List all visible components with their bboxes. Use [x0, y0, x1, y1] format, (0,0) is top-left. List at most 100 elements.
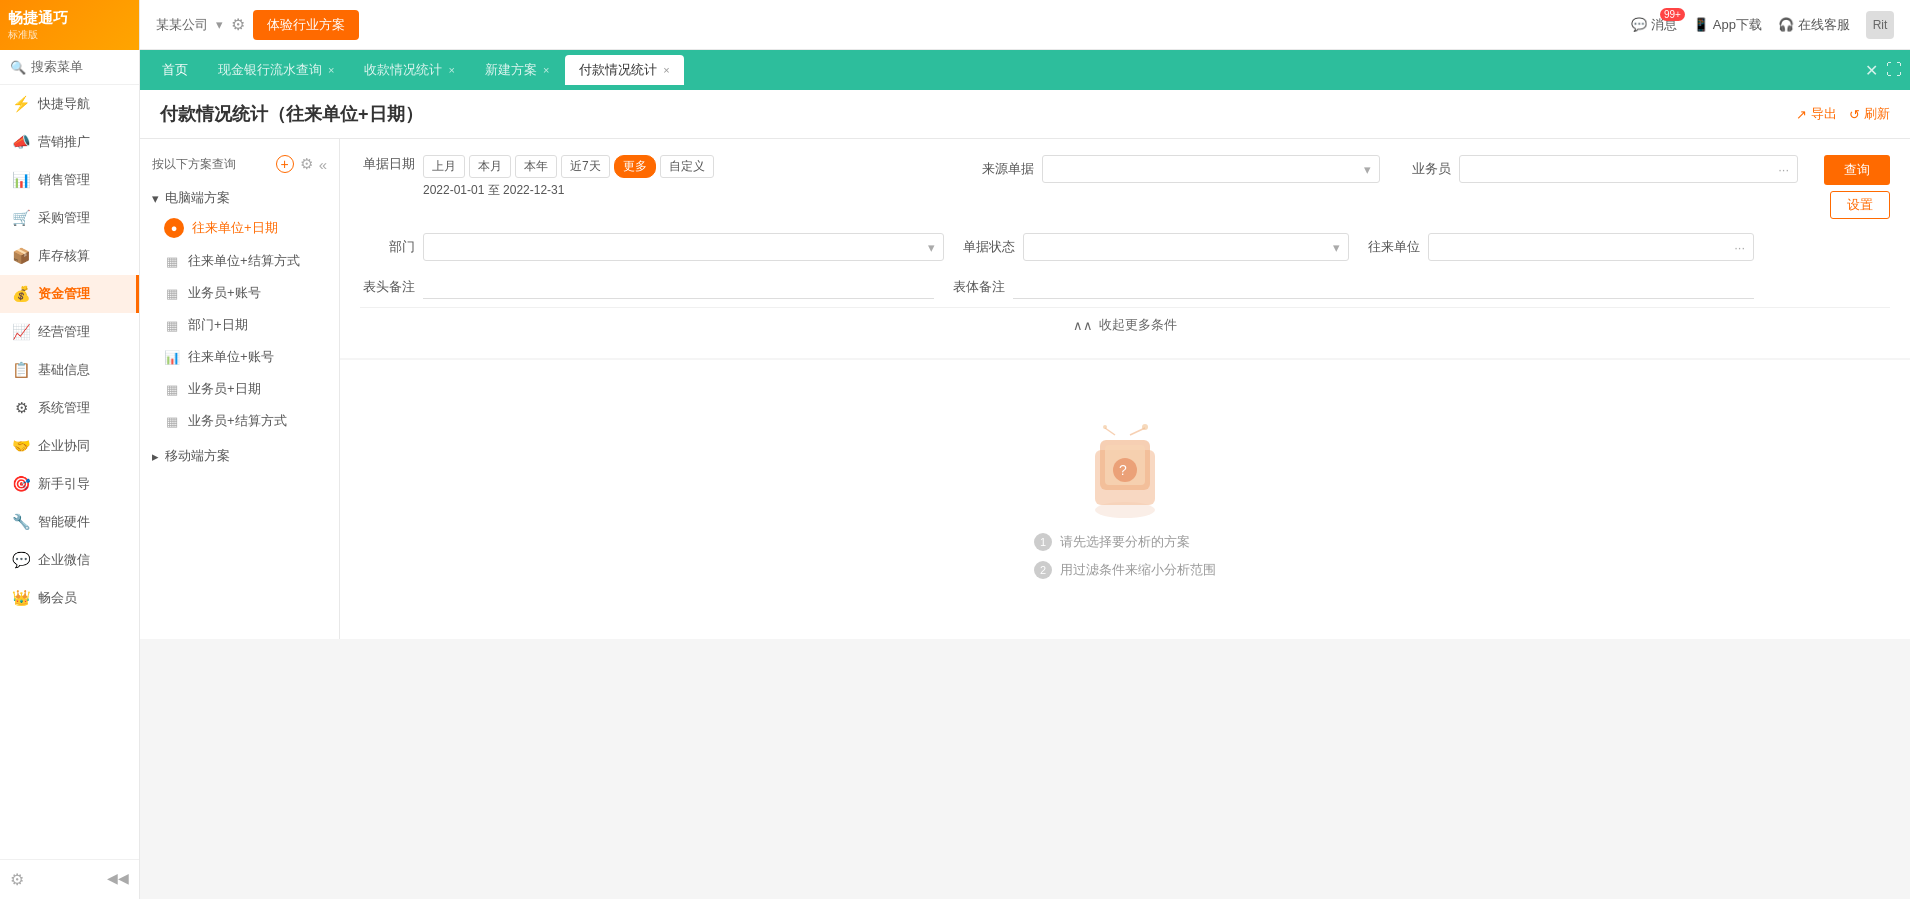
- topbar: 某某公司 ▾ ⚙ 体验行业方案 💬 消息 99+ 📱 App下载 🎧 在线客服 …: [140, 0, 1910, 50]
- tab-new-scheme-close[interactable]: ×: [543, 64, 549, 76]
- scheme-settings-icon[interactable]: ⚙: [300, 155, 313, 173]
- refresh-button[interactable]: ↺ 刷新: [1849, 105, 1890, 123]
- page-title: 付款情况统计（往来单位+日期）: [160, 102, 423, 126]
- tab-receipt-close[interactable]: ×: [448, 64, 454, 76]
- user-avatar[interactable]: Rit: [1866, 11, 1894, 39]
- topbar-gear-icon[interactable]: ⚙: [231, 15, 245, 34]
- date-range-display: 2022-01-01 至 2022-12-31: [423, 182, 714, 199]
- scheme-item-salesman-date[interactable]: ▦ 业务员+日期: [140, 373, 339, 405]
- active-indicator: ●: [164, 218, 184, 238]
- doc-status-select[interactable]: ▾: [1023, 233, 1349, 261]
- salesman-label: 业务员: [1396, 160, 1451, 178]
- sidebar-footer: ⚙ ◀◀: [0, 859, 139, 899]
- scheme-item-unit-settlement[interactable]: ▦ 往来单位+结算方式: [140, 245, 339, 277]
- capital-icon: 💰: [12, 285, 30, 303]
- scheme-icons: + ⚙ «: [276, 155, 327, 173]
- date-7days-btn[interactable]: 近7天: [561, 155, 610, 178]
- filter-actions: 查询 设置: [1814, 155, 1890, 219]
- export-button[interactable]: ↗ 导出: [1796, 105, 1837, 123]
- scheme-grid-icon5: ▦: [164, 413, 180, 429]
- empty-tip-2: 2 用过滤条件来缩小分析范围: [1034, 561, 1216, 579]
- tab-new-scheme[interactable]: 新建方案 ×: [471, 55, 563, 85]
- export-icon: ↗: [1796, 107, 1807, 122]
- topbar-left: 某某公司 ▾ ⚙ 体验行业方案: [156, 10, 1619, 40]
- date-custom-btn[interactable]: 自定义: [660, 155, 714, 178]
- sidebar-item-sales[interactable]: 📊 销售管理: [0, 161, 139, 199]
- scheme-mobile-title[interactable]: ▸ 移动端方案: [140, 443, 339, 469]
- tab-bank[interactable]: 现金银行流水查询 ×: [204, 55, 348, 85]
- tip-num-2: 2: [1034, 561, 1052, 579]
- tab-home[interactable]: 首页: [148, 55, 202, 85]
- scheme-panel: 按以下方案查询 + ⚙ « ▾ 电脑端方案 ● 往来单位+日期: [140, 139, 340, 639]
- tab-bank-close[interactable]: ×: [328, 64, 334, 76]
- scheme-grid-icon4: ▦: [164, 381, 180, 397]
- query-button[interactable]: 查询: [1824, 155, 1890, 185]
- sidebar-search[interactable]: 🔍 搜索菜单: [0, 50, 139, 85]
- shortcut-icon: ⚡: [12, 95, 30, 113]
- online-service-item[interactable]: 🎧 在线客服: [1778, 16, 1850, 34]
- unit-select[interactable]: ···: [1428, 233, 1754, 261]
- svg-text:?: ?: [1119, 462, 1127, 478]
- unit-label: 往来单位: [1365, 238, 1420, 256]
- sidebar-item-inventory[interactable]: 📦 库存核算: [0, 237, 139, 275]
- scheme-item-dept-date[interactable]: ▦ 部门+日期: [140, 309, 339, 341]
- dropdown-arrow-icon[interactable]: ▾: [216, 17, 223, 32]
- scheme-mobile-section: ▸ 移动端方案: [140, 443, 339, 469]
- scheme-add-icon[interactable]: +: [276, 155, 294, 173]
- svg-point-8: [1142, 424, 1148, 430]
- tip-num-1: 1: [1034, 533, 1052, 551]
- app-download-item[interactable]: 📱 App下载: [1693, 16, 1762, 34]
- scheme-desktop-title[interactable]: ▾ 电脑端方案: [140, 185, 339, 211]
- member-icon: 👑: [12, 589, 30, 607]
- scheme-item-salesman-account[interactable]: ▦ 业务员+账号: [140, 277, 339, 309]
- sidebar-item-marketing[interactable]: 📣 营销推广: [0, 123, 139, 161]
- purchase-icon: 🛒: [12, 209, 30, 227]
- fullscreen-icon[interactable]: ⛶: [1886, 61, 1902, 80]
- date-this-year-btn[interactable]: 本年: [515, 155, 557, 178]
- scheme-grid-icon2: ▦: [164, 285, 180, 301]
- collapse-up-icon: ∧∧: [1073, 318, 1093, 333]
- salesman-select[interactable]: ···: [1459, 155, 1798, 183]
- scheme-item-salesman-settlement[interactable]: ▦ 业务员+结算方式: [140, 405, 339, 437]
- sidebar-item-purchase[interactable]: 🛒 采购管理: [0, 199, 139, 237]
- body-note-input[interactable]: [1013, 275, 1754, 299]
- sidebar-collapse-icon[interactable]: ◀◀: [107, 870, 129, 889]
- scheme-collapse-icon[interactable]: «: [319, 156, 327, 173]
- trial-button[interactable]: 体验行业方案: [253, 10, 359, 40]
- sidebar-settings-icon[interactable]: ⚙: [10, 870, 24, 889]
- messages-badge: 99+: [1660, 8, 1685, 21]
- unit-chevron-icon: ···: [1734, 240, 1745, 255]
- sidebar-item-member[interactable]: 👑 畅会员: [0, 579, 139, 617]
- sidebar-item-operations[interactable]: 📈 经营管理: [0, 313, 139, 351]
- sidebar-item-shortcut[interactable]: ⚡ 快捷导航: [0, 85, 139, 123]
- messages-item[interactable]: 💬 消息 99+: [1631, 16, 1677, 34]
- settings-button[interactable]: 设置: [1830, 191, 1890, 219]
- sidebar-item-enterprise[interactable]: 🤝 企业协同: [0, 427, 139, 465]
- date-this-month-btn[interactable]: 本月: [469, 155, 511, 178]
- date-label: 单据日期: [360, 155, 415, 173]
- sidebar-item-wechat[interactable]: 💬 企业微信: [0, 541, 139, 579]
- sidebar-item-hardware[interactable]: 🔧 智能硬件: [0, 503, 139, 541]
- header-note-input[interactable]: [423, 275, 934, 299]
- chevron-down-icon: ▾: [152, 191, 159, 206]
- date-last-month-btn[interactable]: 上月: [423, 155, 465, 178]
- sidebar-nav: ⚡ 快捷导航 📣 营销推广 📊 销售管理 🛒 采购管理 📦 库存核算 💰 资金管…: [0, 85, 139, 859]
- sidebar-item-capital[interactable]: 💰 资金管理: [0, 275, 139, 313]
- sidebar: 畅捷通巧 标准版 🔍 搜索菜单 ⚡ 快捷导航 📣 营销推广 📊 销售管理 🛒 采…: [0, 0, 140, 899]
- sidebar-item-system[interactable]: ⚙ 系统管理: [0, 389, 139, 427]
- tab-receipt[interactable]: 收款情况统计 ×: [350, 55, 468, 85]
- date-more-btn[interactable]: 更多: [614, 155, 656, 178]
- sidebar-item-base[interactable]: 📋 基础信息: [0, 351, 139, 389]
- filter-area: 单据日期 上月 本月 本年 近7天 更多 自定义 20: [340, 139, 1910, 358]
- sidebar-item-guide[interactable]: 🎯 新手引导: [0, 465, 139, 503]
- dept-select[interactable]: ▾: [423, 233, 944, 261]
- scheme-item-unit-date[interactable]: ● 往来单位+日期: [140, 211, 339, 245]
- scheme-grid-icon3: ▦: [164, 317, 180, 333]
- tab-payment[interactable]: 付款情况统计 ×: [565, 55, 683, 85]
- collapse-bar[interactable]: ∧∧ 收起更多条件: [360, 307, 1890, 342]
- close-all-tabs-icon[interactable]: ✕: [1865, 61, 1878, 80]
- tab-payment-close[interactable]: ×: [663, 64, 669, 76]
- chevron-right-icon: ▸: [152, 449, 159, 464]
- scheme-item-unit-account[interactable]: 📊 往来单位+账号: [140, 341, 339, 373]
- source-select[interactable]: ▾: [1042, 155, 1381, 183]
